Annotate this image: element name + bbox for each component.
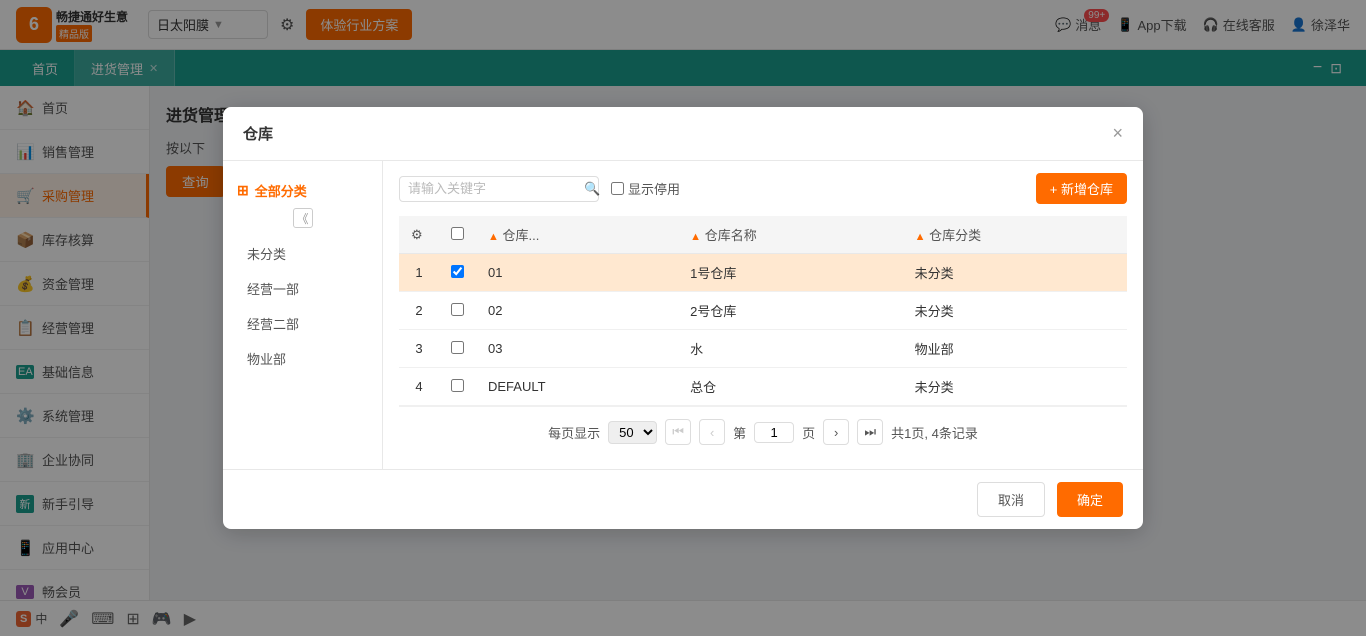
modal-close-button[interactable]: × — [1112, 123, 1123, 144]
modal-title: 仓库 — [243, 123, 273, 144]
row-cb-2[interactable] — [439, 292, 476, 330]
modal-body: ⊞ 全部分类 《 未分类 经营一部 经营二部 物业部 🔍 显示停用 + 新增仓库 — [223, 161, 1143, 469]
last-page-button[interactable]: ⏭ — [857, 419, 883, 445]
table-row[interactable]: 1 01 1号仓库 未分类 — [399, 254, 1127, 292]
category-item-property[interactable]: 物业部 — [223, 341, 382, 376]
page-unit: 页 — [802, 423, 815, 442]
row-name-1: 1号仓库 — [678, 254, 902, 292]
category-item-unclassified[interactable]: 未分类 — [223, 236, 382, 271]
total-record-label: 共1页, 4条记录 — [891, 423, 978, 442]
row-code-1: 01 — [476, 254, 678, 292]
table-toolbar: 🔍 显示停用 + 新增仓库 — [399, 173, 1127, 204]
row-code-3: 03 — [476, 330, 678, 368]
page-input[interactable] — [754, 422, 794, 443]
pagination: 每页显示 50 ⏮ ‹ 第 页 › ⏭ 共1页, 4条记录 — [399, 406, 1127, 457]
row-cat-2: 未分类 — [903, 292, 1127, 330]
row-num-3: 3 — [399, 330, 439, 368]
row-cat-4: 未分类 — [903, 368, 1127, 406]
category-collapse-button[interactable]: 《 — [293, 208, 313, 228]
row-num-1: 1 — [399, 254, 439, 292]
table-area: 🔍 显示停用 + 新增仓库 ⚙ ▲ 仓库... ▲ 仓库名称 — [383, 161, 1143, 469]
search-icon[interactable]: 🔍 — [584, 181, 600, 197]
first-page-button[interactable]: ⏮ — [665, 419, 691, 445]
col-checkbox[interactable] — [439, 216, 476, 254]
table-row[interactable]: 2 02 2号仓库 未分类 — [399, 292, 1127, 330]
category-item-dept2[interactable]: 经营二部 — [223, 306, 382, 341]
row-code-4: DEFAULT — [476, 368, 678, 406]
page-label: 第 — [733, 423, 746, 442]
col-code: ▲ 仓库... — [476, 216, 678, 254]
row-cat-1: 未分类 — [903, 254, 1127, 292]
select-all-checkbox[interactable] — [451, 227, 464, 240]
row-cb-4[interactable] — [439, 368, 476, 406]
category-header[interactable]: ⊞ 全部分类 — [223, 173, 382, 208]
row-name-4: 总仓 — [678, 368, 902, 406]
modal-footer: 取消 确定 — [223, 469, 1143, 529]
row-cb-1[interactable] — [439, 254, 476, 292]
row-num-2: 2 — [399, 292, 439, 330]
prev-page-button[interactable]: ‹ — [699, 419, 725, 445]
row-name-2: 2号仓库 — [678, 292, 902, 330]
sort-icon-name[interactable]: ▲ — [690, 231, 701, 243]
next-page-button[interactable]: › — [823, 419, 849, 445]
category-item-dept1[interactable]: 经营一部 — [223, 271, 382, 306]
search-box: 🔍 — [399, 176, 599, 202]
modal-header: 仓库 × — [223, 107, 1143, 161]
cancel-button[interactable]: 取消 — [977, 482, 1045, 517]
col-category: ▲ 仓库分类 — [903, 216, 1127, 254]
row-name-3: 水 — [678, 330, 902, 368]
per-page-select[interactable]: 50 — [608, 421, 657, 444]
category-sidebar: ⊞ 全部分类 《 未分类 经营一部 经营二部 物业部 — [223, 161, 383, 469]
col-name: ▲ 仓库名称 — [678, 216, 902, 254]
sort-icon-cat[interactable]: ▲ — [915, 231, 926, 243]
per-page-label: 每页显示 — [548, 423, 600, 442]
table-row[interactable]: 3 03 水 物业部 — [399, 330, 1127, 368]
warehouse-modal: 仓库 × ⊞ 全部分类 《 未分类 经营一部 经营二部 物业部 🔍 — [223, 107, 1143, 529]
row-cat-3: 物业部 — [903, 330, 1127, 368]
add-warehouse-button[interactable]: + 新增仓库 — [1036, 173, 1127, 204]
row-code-2: 02 — [476, 292, 678, 330]
table-row[interactable]: 4 DEFAULT 总仓 未分类 — [399, 368, 1127, 406]
show-disabled-label[interactable]: 显示停用 — [611, 179, 680, 198]
category-all-label: 全部分类 — [255, 181, 307, 200]
warehouse-table: ⚙ ▲ 仓库... ▲ 仓库名称 ▲ 仓库分类 1 01 1号仓库 — [399, 216, 1127, 406]
search-input[interactable] — [408, 181, 584, 196]
table-header-row: ⚙ ▲ 仓库... ▲ 仓库名称 ▲ 仓库分类 — [399, 216, 1127, 254]
col-gear[interactable]: ⚙ — [399, 216, 439, 254]
row-cb-3[interactable] — [439, 330, 476, 368]
grid-icon: ⊞ — [237, 182, 249, 199]
table-container: ⚙ ▲ 仓库... ▲ 仓库名称 ▲ 仓库分类 1 01 1号仓库 — [399, 216, 1127, 406]
show-disabled-checkbox[interactable] — [611, 182, 624, 195]
confirm-button[interactable]: 确定 — [1057, 482, 1123, 517]
row-num-4: 4 — [399, 368, 439, 406]
sort-icon[interactable]: ▲ — [488, 231, 499, 243]
